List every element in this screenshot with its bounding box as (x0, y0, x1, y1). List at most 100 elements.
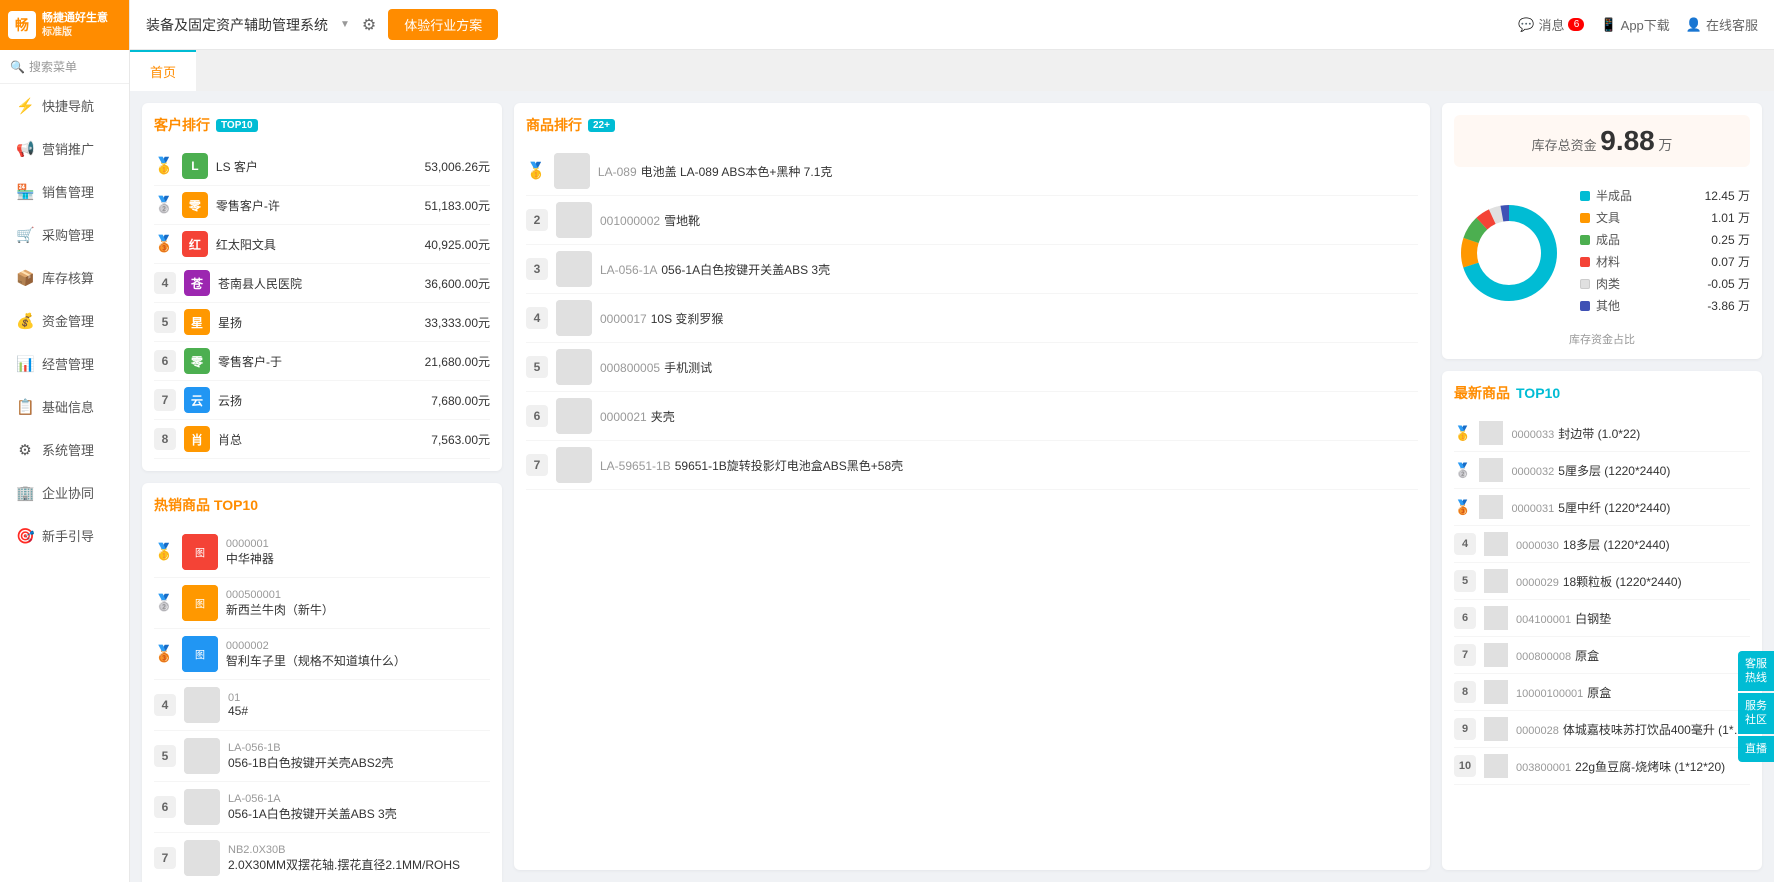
new-product-item: 🥇 0000033封边带 (1.0*22) (1454, 415, 1750, 452)
product-info: 0000001 中华神器 (226, 538, 490, 567)
sidebar-item-quick-nav[interactable]: ⚡ 快捷导航 (0, 84, 129, 127)
rank-avatar: 零 (182, 192, 208, 218)
message-group[interactable]: 💬 消息 6 (1518, 15, 1584, 34)
new-product-image (1484, 680, 1508, 704)
legend-item: 半成品 12.45 万 (1580, 187, 1750, 204)
rank-item: 6 零 零售客户-于 21,680.00元 (154, 342, 490, 381)
legend-item: 肉类 -0.05 万 (1580, 275, 1750, 292)
svg-text:图: 图 (195, 598, 205, 610)
operations-icon: 📊 (16, 355, 34, 373)
purchase-icon: 🛒 (16, 226, 34, 244)
top-bar: 装备及固定资产辅助管理系统 ▼ ⚙ 体验行业方案 💬 消息 6 📱 App下载 … (130, 0, 1774, 50)
customer-ranking-card: 客户排行 TOP10 🥇 L LS 客户 53,006.26元 🥈 零 零售客户… (142, 103, 502, 471)
sidebar-item-guide[interactable]: 🎯 新手引导 (0, 514, 129, 557)
quick-nav-icon: ⚡ (16, 97, 34, 115)
settings-icon[interactable]: ⚙ (362, 15, 376, 35)
product-info: LA-056-1B 056-1B白色按键开关壳ABS2壳 (228, 742, 490, 771)
donut-container: 半成品 12.45 万 文具 1.01 万 成品 0.25 万 (1454, 179, 1750, 327)
medal-icon: 🥉 (154, 644, 174, 664)
product-image (556, 447, 592, 483)
product-item: 🥇 图 0000001 中华神器 (154, 527, 490, 578)
sidebar: 畅 畅捷通好生意 标准版 🔍 搜索菜单 ⚡ 快捷导航 📢 营销推广 🏪 销售管理… (0, 0, 130, 882)
medal-icon: 🥇 (1454, 425, 1471, 442)
rank-item: 🥇 L LS 客户 53,006.26元 (154, 147, 490, 186)
content-tabs: 首页 (130, 50, 1774, 91)
sidebar-item-basics[interactable]: 📋 基础信息 (0, 385, 129, 428)
finance-icon: 💰 (16, 312, 34, 330)
product-image (184, 687, 220, 723)
search-menu[interactable]: 🔍 搜索菜单 (0, 50, 129, 84)
product-image (184, 840, 220, 876)
float-btn-community[interactable]: 服务社区 (1738, 693, 1774, 734)
medal-icon: 🥈 (154, 195, 174, 215)
customer-ranking-title: 客户排行 TOP10 (154, 115, 490, 135)
sidebar-item-finance[interactable]: 💰 资金管理 (0, 299, 129, 342)
content-body: 客户排行 TOP10 🥇 L LS 客户 53,006.26元 🥈 零 零售客户… (130, 91, 1774, 882)
app-icon: 📱 (1600, 17, 1616, 33)
donut-chart (1454, 198, 1564, 308)
product-ranking-card: 商品排行 22+ 🥇 LA-089电池盖 LA-089 ABS本色+黑种 7.1… (514, 103, 1430, 870)
legend-dot (1580, 213, 1590, 223)
new-product-image (1484, 532, 1508, 556)
new-product-image (1484, 569, 1508, 593)
new-product-image (1484, 717, 1508, 741)
rank-avatar: 苍 (184, 270, 210, 296)
rank-item: 5 000800005手机测试 (526, 343, 1418, 392)
new-product-item: 7 000800008原盒 (1454, 637, 1750, 674)
logo-text: 畅捷通好生意 标准版 (42, 11, 108, 40)
sidebar-item-enterprise[interactable]: 🏢 企业协同 (0, 471, 129, 514)
app-download-group[interactable]: 📱 App下载 (1600, 15, 1669, 34)
guide-icon: 🎯 (16, 527, 34, 545)
tab-home[interactable]: 首页 (130, 50, 196, 91)
sidebar-item-purchase[interactable]: 🛒 采购管理 (0, 213, 129, 256)
float-buttons: 客服热线 服务社区 直播 (1738, 651, 1774, 762)
inventory-total: 库存总资金 9.88 万 (1454, 115, 1750, 167)
product-item: 6 LA-056-1A 056-1A白色按键开关盖ABS 3壳 (154, 782, 490, 833)
legend-item: 文具 1.01 万 (1580, 209, 1750, 226)
product-info: NB2.0X30B 2.0X30MM双摆花轴.摆花直径2.1MM/ROHS (228, 844, 490, 873)
product-item: 7 NB2.0X30B 2.0X30MM双摆花轴.摆花直径2.1MM/ROHS (154, 833, 490, 882)
product-image (556, 251, 592, 287)
product-image (554, 153, 590, 189)
rank-avatar: 红 (182, 231, 208, 257)
float-btn-hotline[interactable]: 客服热线 (1738, 651, 1774, 692)
logo-icon: 畅 (8, 11, 36, 39)
service-group[interactable]: 👤 在线客服 (1686, 15, 1758, 34)
medal-icon: 🥈 (154, 593, 174, 613)
product-info: 01 45# (228, 692, 490, 718)
rank-item: 🥈 零 零售客户-许 51,183.00元 (154, 186, 490, 225)
rank-item: 5 星 星扬 33,333.00元 (154, 303, 490, 342)
new-product-image (1479, 495, 1503, 519)
rank-number: 8 (154, 428, 176, 450)
product-image: 图 (182, 534, 218, 570)
legend-item: 材料 0.07 万 (1580, 253, 1750, 270)
sidebar-item-sales[interactable]: 🏪 销售管理 (0, 170, 129, 213)
rank-number: 6 (154, 350, 176, 372)
product-image (556, 202, 592, 238)
sidebar-item-inventory[interactable]: 📦 库存核算 (0, 256, 129, 299)
float-btn-live[interactable]: 直播 (1738, 736, 1774, 762)
dropdown-arrow-icon[interactable]: ▼ (340, 19, 350, 30)
medal-icon: 🥈 (1454, 462, 1471, 479)
basics-icon: 📋 (16, 398, 34, 416)
new-product-item: 8 10000100001原盒 (1454, 674, 1750, 711)
rank-number: 5 (154, 311, 176, 333)
product-info: 000500001 新西兰牛肉（新牛） (226, 589, 490, 618)
legend-dot (1580, 301, 1590, 311)
sidebar-item-system[interactable]: ⚙ 系统管理 (0, 428, 129, 471)
marketing-icon: 📢 (16, 140, 34, 158)
medal-icon: 🥉 (154, 234, 174, 254)
legend-dot (1580, 191, 1590, 201)
sidebar-item-operations[interactable]: 📊 经营管理 (0, 342, 129, 385)
product-item: 🥈 图 000500001 新西兰牛肉（新牛） (154, 578, 490, 629)
product-ranking-title: 商品排行 22+ (526, 115, 1418, 135)
newest-products-card: 最新商品 TOP10 🥇 0000033封边带 (1.0*22) 🥈 00000… (1442, 371, 1762, 870)
trial-button[interactable]: 体验行业方案 (388, 9, 498, 40)
product-item: 4 01 45# (154, 680, 490, 731)
new-product-item: 5 000002918颗粒板 (1220*2440) (1454, 563, 1750, 600)
new-product-item: 4 000003018多层 (1220*2440) (1454, 526, 1750, 563)
sidebar-item-marketing[interactable]: 📢 营销推广 (0, 127, 129, 170)
rank-item: 7 云 云扬 7,680.00元 (154, 381, 490, 420)
left-column: 客户排行 TOP10 🥇 L LS 客户 53,006.26元 🥈 零 零售客户… (142, 103, 502, 870)
product-image (556, 349, 592, 385)
